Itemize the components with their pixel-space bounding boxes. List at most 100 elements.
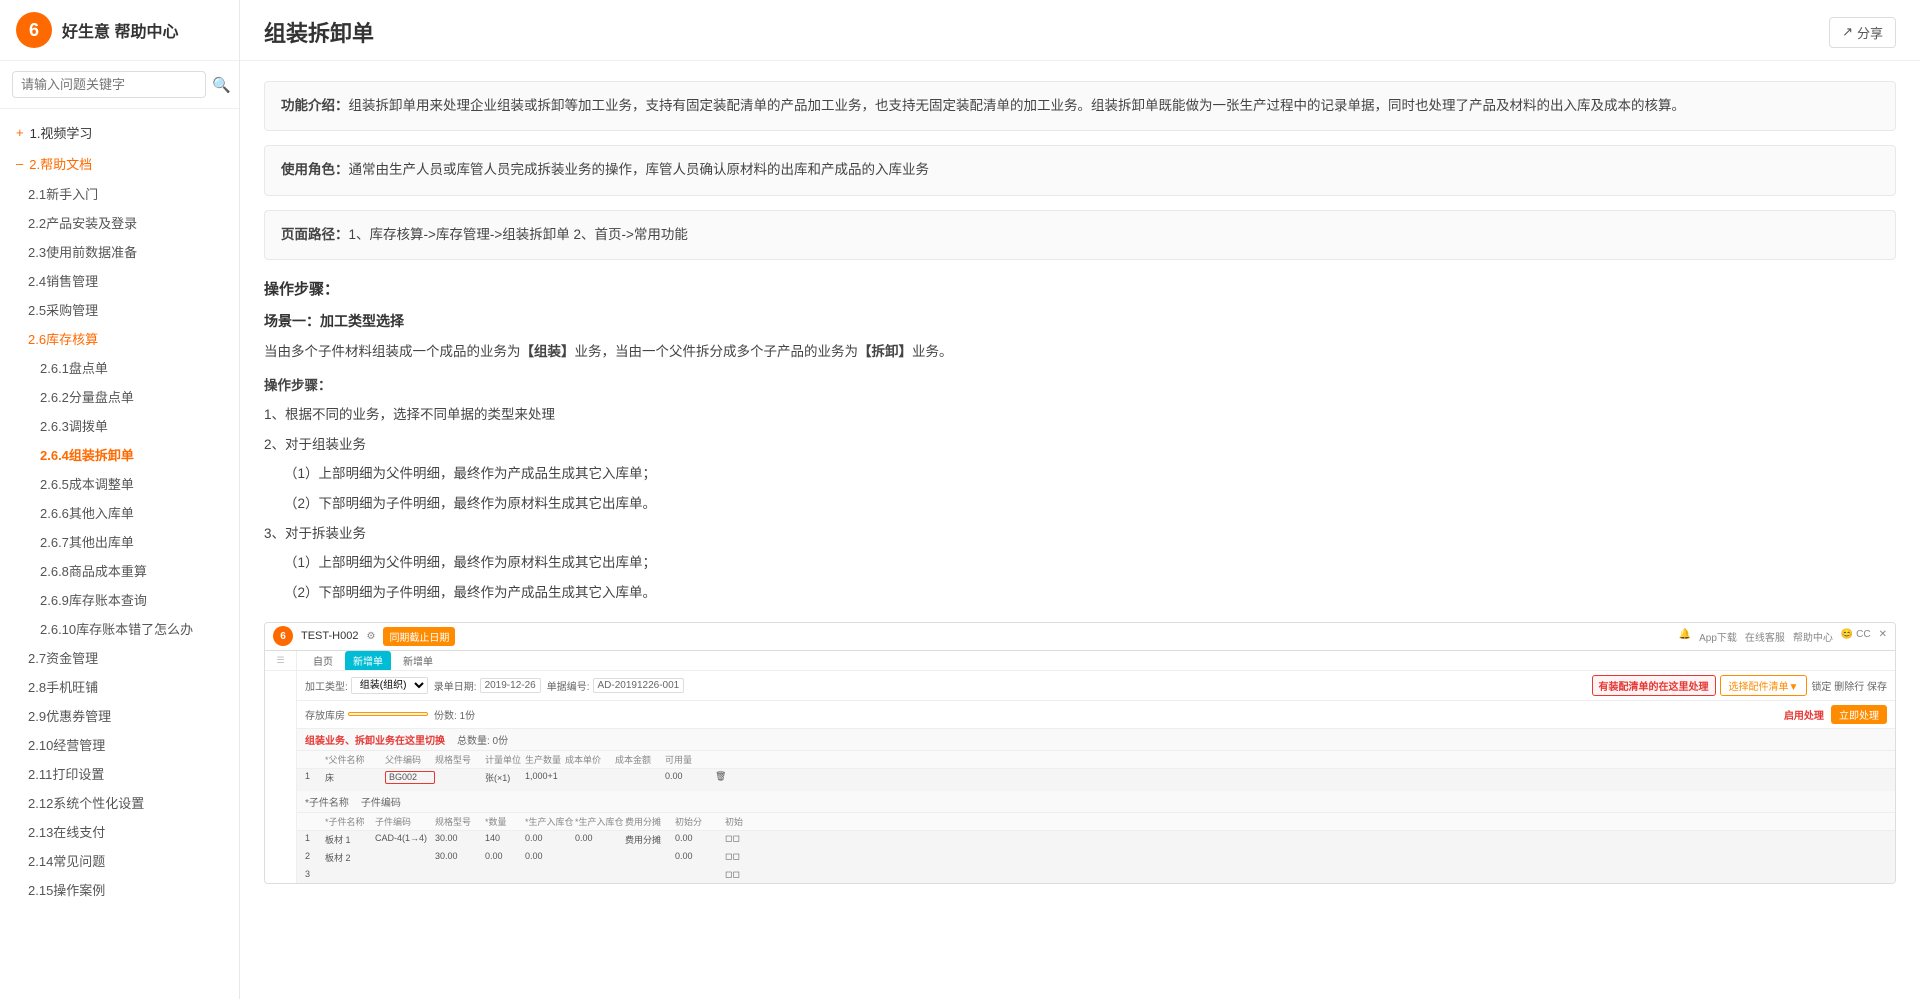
mock-field-no: 单据编号: AD-20191226-001 <box>547 678 685 693</box>
sidebar-subsection-2-12[interactable]: 2.12系统个性化设置 <box>0 788 239 817</box>
step3-2-text: （2）下部明细为子件明细，最终作为产成品生成其它入库单。 <box>284 580 1896 606</box>
sidebar-item-269[interactable]: 2.6.9库存账本查询 <box>0 585 239 614</box>
mock-no-value: AD-20191226-001 <box>593 678 685 693</box>
mock-tab-1[interactable]: 自页 <box>305 651 341 670</box>
sidebar: 6 好生意 帮助中心 🔍 + 1.视频学习 – 2.帮助文档 2.1新手入门 2… <box>0 0 240 999</box>
mock-body: ☰ 自页 新增单 新增单 加工 <box>265 651 1895 883</box>
mock-user: 😊 CC <box>1841 629 1871 644</box>
mock-action-area: 有装配清单的在这里处理 选择配件清单▼ 锁定 删除行 保存 <box>1592 675 1887 696</box>
mock-settings: ⚙ <box>366 631 375 642</box>
mock-switch-label: 组装业务、拆卸业务在这里切换 <box>305 732 445 747</box>
mock-label-store: 存放库房 <box>305 707 345 722</box>
mock-lower-row-3: 3 ◻◻ <box>297 867 1895 883</box>
path-text: 1、库存核算->库存管理->组装拆卸单 2、首页->常用功能 <box>349 227 688 242</box>
steps-title: 操作步骤： <box>264 278 1896 299</box>
search-icon[interactable]: 🔍 <box>212 76 231 94</box>
sidebar-subsection-2-13[interactable]: 2.13在线支付 <box>0 817 239 846</box>
mock-label-type: 加工类型: <box>305 678 348 693</box>
collapse-icon: – <box>16 156 23 171</box>
step2-text: 2、对于组装业务 <box>264 432 1896 458</box>
main-header: 组装拆卸单 ↗ 分享 <box>240 0 1920 61</box>
screenshot-block: 6 TEST-H002 ⚙ 同期截止日期 🔔 App下载 在线客服 帮助中心 😊… <box>264 622 1896 884</box>
sidebar-subsection-2-3[interactable]: 2.3使用前数据准备 <box>0 237 239 266</box>
mock-tab-3[interactable]: 新增单 <box>395 651 441 670</box>
mock-icon-4: 帮助中心 <box>1793 629 1833 644</box>
mock-left-sidebar: ☰ <box>265 651 297 883</box>
mock-tab-2[interactable]: 新增单 <box>345 651 391 670</box>
sidebar-item-266[interactable]: 2.6.6其他入库单 <box>0 498 239 527</box>
mock-enable-area: 启用处理 立即处理 <box>1784 705 1887 724</box>
mock-annot-enable: 启用处理 <box>1784 711 1824 722</box>
sidebar-subsection-2-4[interactable]: 2.4销售管理 <box>0 266 239 295</box>
step1-text: 1、根据不同的业务，选择不同单据的类型来处理 <box>264 402 1896 428</box>
main-content-area: 组装拆卸单 ↗ 分享 功能介绍：组装拆卸单用来处理企业组装或拆卸等加工业务，支持… <box>240 0 1920 999</box>
mock-close-icon: ✕ <box>1879 629 1887 644</box>
sidebar-item-267[interactable]: 2.6.7其他出库单 <box>0 527 239 556</box>
sidebar-section-2[interactable]: – 2.帮助文档 <box>0 148 239 179</box>
sidebar-subsection-2-9[interactable]: 2.9优惠券管理 <box>0 701 239 730</box>
sidebar-nav: + 1.视频学习 – 2.帮助文档 2.1新手入门 2.2产品安装及登录 2.3… <box>0 109 239 999</box>
sidebar-item-263[interactable]: 2.6.3调拨单 <box>0 411 239 440</box>
mock-label-no: 单据编号: <box>547 678 590 693</box>
mock-icon-1: 🔔 <box>1679 629 1691 644</box>
sidebar-item-262[interactable]: 2.6.2分量盘点单 <box>0 382 239 411</box>
sidebar-subsection-2-7[interactable]: 2.7资金管理 <box>0 643 239 672</box>
mock-extra-btns: 锁定 删除行 保存 <box>1811 678 1887 693</box>
sidebar-subsection-2-14[interactable]: 2.14常见问题 <box>0 846 239 875</box>
sidebar-item-268[interactable]: 2.6.8商品成本重算 <box>0 556 239 585</box>
mock-field-store: 存放库房 <box>305 707 428 722</box>
sidebar-item-2610[interactable]: 2.6.10库存账本错了怎么办 <box>0 614 239 643</box>
mock-app: 6 TEST-H002 ⚙ 同期截止日期 🔔 App下载 在线客服 帮助中心 😊… <box>265 623 1895 883</box>
sidebar-item-264[interactable]: 2.6.4组装拆卸单 <box>0 440 239 469</box>
search-input[interactable] <box>12 71 206 98</box>
mock-topbar: 6 TEST-H002 ⚙ 同期截止日期 🔔 App下载 在线客服 帮助中心 😊… <box>265 623 1895 651</box>
sidebar-subsection-2-11[interactable]: 2.11打印设置 <box>0 759 239 788</box>
mock-field-count: 份数: 1份 <box>434 707 475 722</box>
steps-label2: 操作步骤： <box>264 373 1896 399</box>
mock-icon-2: App下载 <box>1699 629 1737 644</box>
sidebar-subsection-2-15[interactable]: 2.15操作案例 <box>0 875 239 904</box>
sidebar-subsection-2-2[interactable]: 2.2产品安装及登录 <box>0 208 239 237</box>
mock-label-count: 份数: 1份 <box>434 707 475 722</box>
mock-main-panel: 自页 新增单 新增单 加工类型: 组装(组织)拆卸 <box>297 651 1895 883</box>
mock-form-row-2: 存放库房 份数: 1份 启用处理 立即处理 <box>297 701 1895 729</box>
intro-text: 组装拆卸单用来处理企业组装或拆卸等加工业务，支持有固定装配清单的产品加工业务，也… <box>349 98 1686 113</box>
mock-tabs: 自页 新增单 新增单 <box>297 651 1895 671</box>
sidebar-item-265[interactable]: 2.6.5成本调整单 <box>0 469 239 498</box>
sidebar-item-261[interactable]: 2.6.1盘点单 <box>0 353 239 382</box>
share-icon: ↗ <box>1842 24 1853 40</box>
sidebar-section-1[interactable]: + 1.视频学习 <box>0 117 239 148</box>
mock-logo: 6 <box>273 626 293 646</box>
page-title: 组装拆卸单 <box>264 16 374 48</box>
sidebar-subsection-2-1[interactable]: 2.1新手入门 <box>0 179 239 208</box>
mock-upper-header: 组装业务、拆卸业务在这里切换 总数量: 0份 <box>297 729 1895 751</box>
mock-topbar-right: 🔔 App下载 在线客服 帮助中心 😊 CC ✕ <box>1679 629 1887 644</box>
mock-annot-label-1: 有装配清单的在这里处理 <box>1592 675 1716 696</box>
scene1-title: 场景一：加工类型选择 <box>264 311 1896 331</box>
mock-choose-btn[interactable]: 选择配件清单▼ <box>1720 675 1808 696</box>
mock-lower-code: 子件编码 <box>361 794 401 809</box>
sidebar-subsection-2-5[interactable]: 2.5采购管理 <box>0 295 239 324</box>
mock-lower-header: *子件名称 子件编码 <box>297 791 1895 813</box>
path-label: 页面路径： <box>281 227 349 242</box>
mock-store-input[interactable] <box>348 712 428 716</box>
share-button[interactable]: ↗ 分享 <box>1829 17 1896 48</box>
role-label: 使用角色： <box>281 162 349 177</box>
step2-2-text: （2）下部明细为子件明细，最终作为原材料生成其它出库单。 <box>284 491 1896 517</box>
mock-field-date: 录单日期: 2019-12-26 <box>434 678 541 693</box>
mock-lower-title: *子件名称 <box>305 794 349 809</box>
brand-name: 好生意 帮助中心 <box>62 18 178 42</box>
mock-enable-btn[interactable]: 立即处理 <box>1831 705 1887 724</box>
mock-topbar-button: 同期截止日期 <box>383 627 455 646</box>
screenshot-image: 6 TEST-H002 ⚙ 同期截止日期 🔔 App下载 在线客服 帮助中心 😊… <box>265 623 1895 883</box>
mock-date-value: 2019-12-26 <box>480 678 541 693</box>
mock-total-label: 总数量: 0份 <box>457 732 508 747</box>
mock-field-type: 加工类型: 组装(组织)拆卸 <box>305 677 428 694</box>
mock-app-id: TEST-H002 <box>301 630 358 642</box>
expand-icon: + <box>16 125 24 140</box>
sidebar-subsection-2-6[interactable]: 2.6库存核算 <box>0 324 239 353</box>
mock-select-type[interactable]: 组装(组织)拆卸 <box>351 677 428 694</box>
sidebar-subsection-2-10[interactable]: 2.10经营管理 <box>0 730 239 759</box>
mock-lower-row-1: 1 板材 1 CAD-4(1→4) 30.00 140 0.00 0.00 费用… <box>297 831 1895 849</box>
sidebar-subsection-2-8[interactable]: 2.8手机旺铺 <box>0 672 239 701</box>
